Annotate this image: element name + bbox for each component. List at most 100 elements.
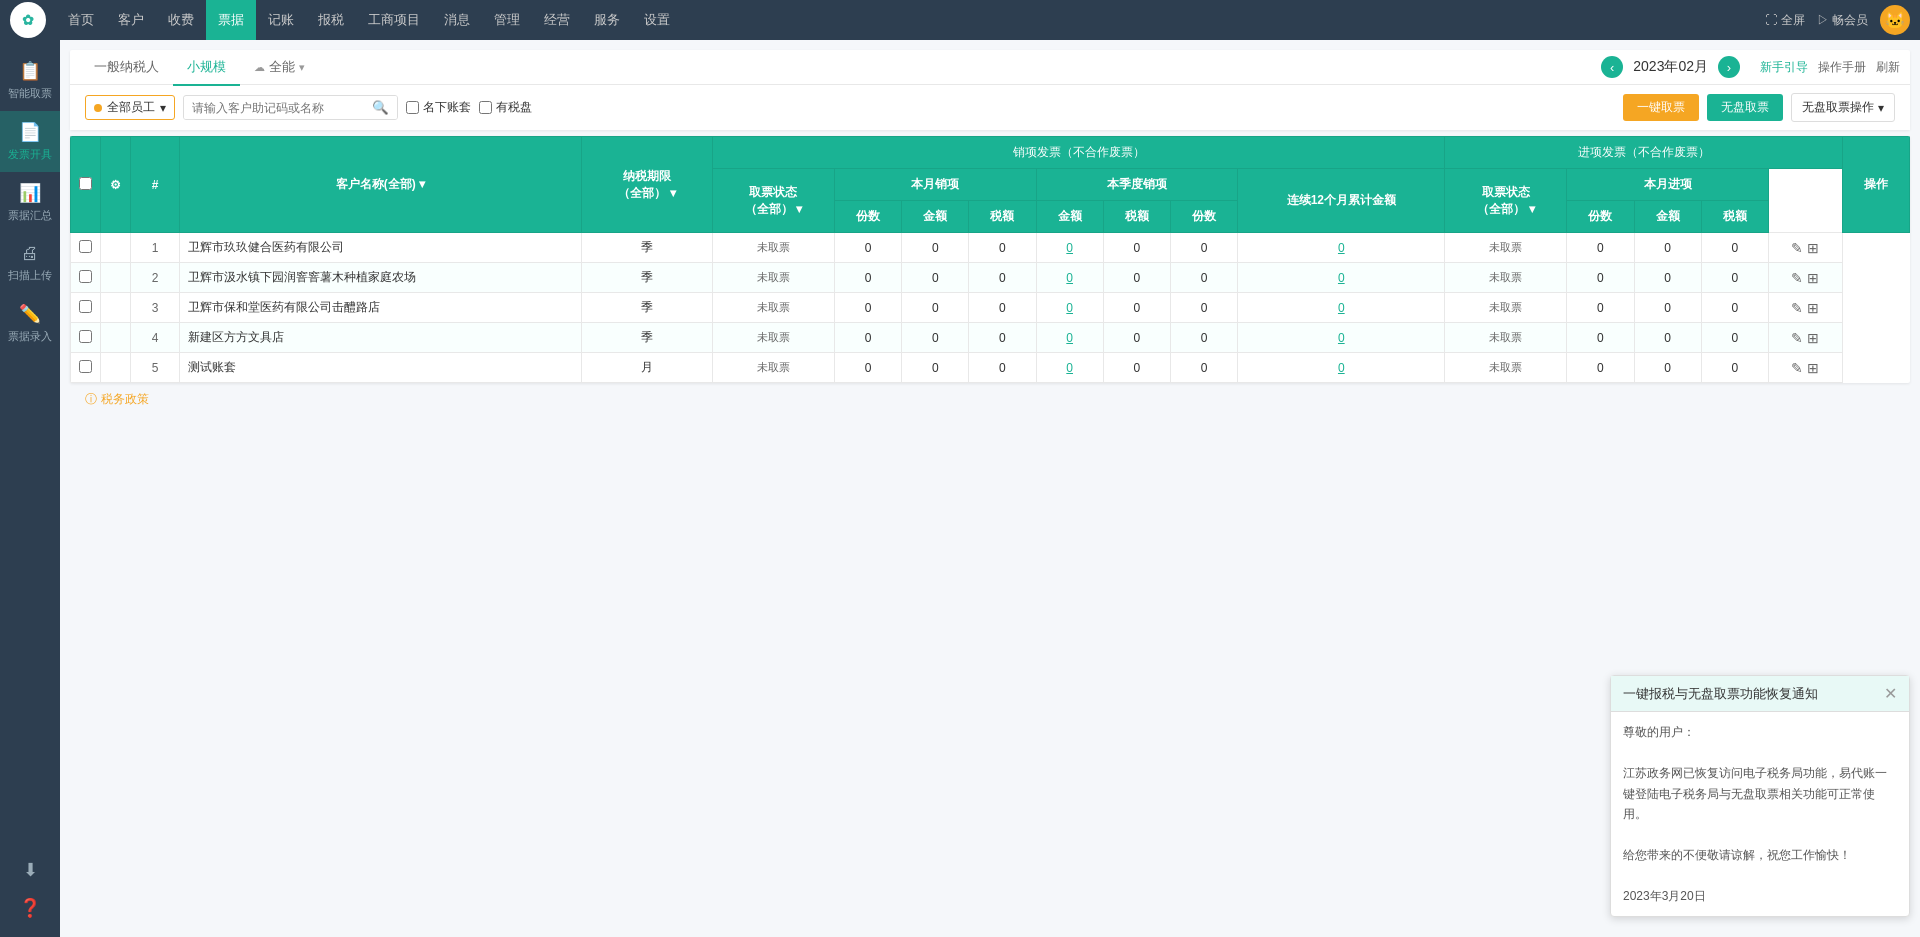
new-guide-link[interactable]: 新手引导 (1760, 59, 1808, 76)
row-actions: ✎ ⊞ (1768, 293, 1842, 323)
nav-invoice[interactable]: 票据 (206, 0, 256, 40)
one-click-btn[interactable]: 一键取票 (1623, 94, 1699, 121)
period-filter-icon: ▾ (670, 186, 676, 200)
row-checkbox[interactable] (71, 323, 101, 353)
tab-small-scale[interactable]: 小规模 (173, 50, 240, 86)
my-account-filter[interactable]: 名下账套 (406, 99, 471, 116)
nav-message[interactable]: 消息 (432, 0, 482, 40)
i-month-amount: 0 (1634, 323, 1701, 353)
purchase-invoice-group: 进项发票（不合作废票） (1445, 137, 1842, 169)
tax-period-header[interactable]: 纳税期限（全部） ▾ (581, 137, 712, 233)
edit-icon[interactable]: ✎ (1791, 270, 1803, 286)
detail-icon[interactable]: ⊞ (1807, 360, 1819, 376)
tax-disk-checkbox[interactable] (479, 101, 492, 114)
detail-icon[interactable]: ⊞ (1807, 270, 1819, 286)
purchase-status-header[interactable]: 取票状态（全部） ▾ (1445, 169, 1567, 233)
nav-operation[interactable]: 经营 (532, 0, 582, 40)
s-quarter-amount: 0 (1036, 293, 1103, 323)
manual-link[interactable]: 操作手册 (1818, 59, 1866, 76)
fullscreen-btn[interactable]: ⛶ 全屏 (1765, 12, 1804, 29)
invoice-entry-icon: ✏️ (19, 303, 41, 325)
notification-header: 一键报税与无盘取票功能恢复通知 ✕ (1611, 676, 1909, 712)
nav-service[interactable]: 服务 (582, 0, 632, 40)
tax-disk-filter[interactable]: 有税盘 (479, 99, 532, 116)
purchase-monthly-header: 本月进项 (1567, 169, 1769, 201)
sidebar-invoice-open[interactable]: 📄 发票开具 (0, 111, 60, 172)
i-month-count: 0 (1567, 233, 1634, 263)
search-input[interactable] (184, 97, 364, 119)
operations-header: 操作 (1842, 137, 1909, 233)
table-row: 5 测试账套 月 未取票 0 0 0 0 0 0 0 未取票 0 0 0 ✎ ⊞ (71, 353, 1910, 383)
member-btn[interactable]: ▷ 畅会员 (1817, 12, 1868, 29)
refresh-link[interactable]: 刷新 (1876, 59, 1900, 76)
sidebar-invoice-entry[interactable]: ✏️ 票据录入 (0, 293, 60, 354)
customer-name: 新建区方方文具店 (180, 323, 582, 353)
next-period-btn[interactable]: › (1718, 56, 1740, 78)
i-month-amount: 0 (1634, 353, 1701, 383)
filter-icon: ▾ (419, 177, 425, 191)
s-quarter-count: 0 (1171, 263, 1238, 293)
prev-period-btn[interactable]: ‹ (1601, 56, 1623, 78)
sales-status-header[interactable]: 取票状态（全部） ▾ (713, 169, 835, 233)
s-cumulative: 0 (1238, 293, 1445, 323)
nav-home[interactable]: 首页 (56, 0, 106, 40)
table-body: 1 卫辉市玖玖健合医药有限公司 季 未取票 0 0 0 0 0 0 0 未取票 … (71, 233, 1910, 383)
edit-icon[interactable]: ✎ (1791, 360, 1803, 376)
nav-tax[interactable]: 报税 (306, 0, 356, 40)
nav-bookkeeping[interactable]: 记账 (256, 0, 306, 40)
row-checkbox[interactable] (71, 293, 101, 323)
customer-name-header[interactable]: 客户名称(全部) ▾ (180, 137, 582, 233)
detail-icon[interactable]: ⊞ (1807, 300, 1819, 316)
nav-fee[interactable]: 收费 (156, 0, 206, 40)
nav-customer[interactable]: 客户 (106, 0, 156, 40)
no-disk-op-btn[interactable]: 无盘取票操作 ▾ (1791, 93, 1895, 122)
sidebar-settings[interactable]: ⬇ (19, 851, 41, 889)
search-button[interactable]: 🔍 (364, 96, 397, 119)
edit-icon[interactable]: ✎ (1791, 300, 1803, 316)
s-month-amount-header: 金额 (902, 201, 969, 233)
sidebar-help[interactable]: ❓ (19, 889, 41, 927)
s-month-amount: 0 (902, 233, 969, 263)
edit-icon[interactable]: ✎ (1791, 330, 1803, 346)
sidebar-smart-ticket[interactable]: 📋 智能取票 (0, 50, 60, 111)
i-month-amount: 0 (1634, 263, 1701, 293)
current-period: 2023年02月 (1633, 58, 1708, 76)
nav-manage[interactable]: 管理 (482, 0, 532, 40)
select-all-checkbox[interactable] (79, 177, 92, 190)
notification-body: 尊敬的用户： 江苏政务网已恢复访问电子税务局功能，易代账一键登陆电子税务局与无盘… (1611, 712, 1909, 916)
avatar[interactable]: 🐱 (1880, 5, 1910, 35)
detail-icon[interactable]: ⊞ (1807, 240, 1819, 256)
tax-policy-label[interactable]: 税务政策 (101, 391, 149, 408)
sidebar-smart-ticket-label: 智能取票 (8, 86, 52, 101)
purchase-status: 未取票 (1445, 293, 1567, 323)
employee-selector[interactable]: 全部员工 ▾ (85, 95, 175, 120)
s-quarter-amount: 0 (1036, 323, 1103, 353)
row-checkbox[interactable] (71, 233, 101, 263)
s-month-count: 0 (834, 353, 901, 383)
tab-all-capable[interactable]: ☁ 全能 ▾ (240, 50, 319, 86)
edit-icon[interactable]: ✎ (1791, 240, 1803, 256)
sidebar-invoice-summary-label: 票据汇总 (8, 208, 52, 223)
s-month-tax: 0 (969, 263, 1036, 293)
tax-footer[interactable]: ⓘ 税务政策 (70, 383, 1910, 416)
my-account-checkbox[interactable] (406, 101, 419, 114)
detail-icon[interactable]: ⊞ (1807, 330, 1819, 346)
s-month-tax-header: 税额 (969, 201, 1036, 233)
s-month-count: 0 (834, 233, 901, 263)
chevron-down-icon: ▾ (160, 101, 166, 115)
nav-business[interactable]: 工商项目 (356, 0, 432, 40)
sidebar-invoice-summary[interactable]: 📊 票据汇总 (0, 172, 60, 233)
top-navigation: ✿ 首页 客户 收费 票据 记账 报税 工商项目 消息 管理 经营 服务 设置 … (0, 0, 1920, 40)
s-quarter-amount: 0 (1036, 263, 1103, 293)
dropdown-chevron-icon: ▾ (1878, 101, 1884, 115)
row-checkbox[interactable] (71, 263, 101, 293)
sidebar-scan-upload[interactable]: 🖨 扫描上传 (0, 233, 60, 293)
nav-settings[interactable]: 设置 (632, 0, 682, 40)
notification-close-btn[interactable]: ✕ (1884, 684, 1897, 703)
row-checkbox[interactable] (71, 353, 101, 383)
logo[interactable]: ✿ (10, 2, 46, 38)
no-disk-btn[interactable]: 无盘取票 (1707, 94, 1783, 121)
sales-status-filter-icon: ▾ (796, 202, 802, 216)
tab-general-taxpayer[interactable]: 一般纳税人 (80, 50, 173, 86)
dot-icon (94, 104, 102, 112)
